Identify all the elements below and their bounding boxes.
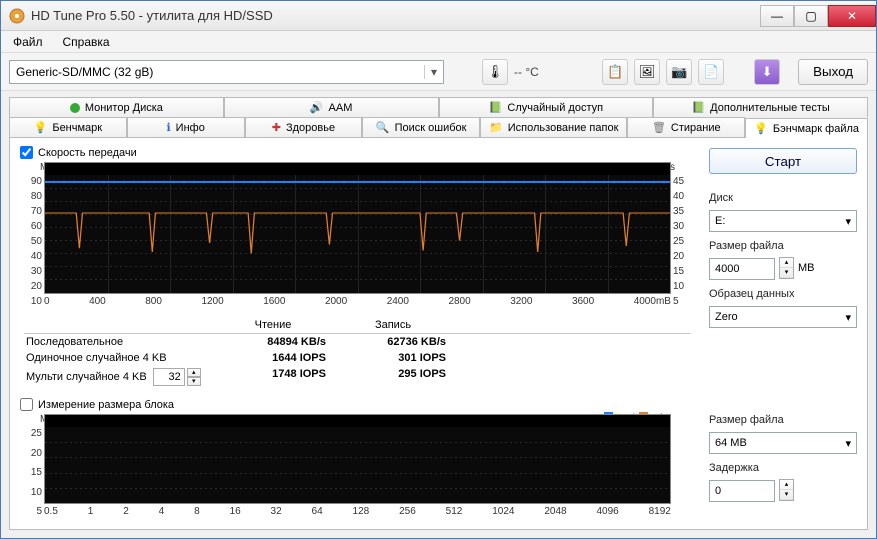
- results-header-write: Запись: [340, 319, 460, 331]
- window-title: HD Tune Pro 5.50 - утилита для HD/SSD: [31, 8, 760, 23]
- options-icon[interactable]: 📄: [698, 59, 724, 85]
- results-header-read: Чтение: [220, 319, 340, 331]
- chevron-down-icon: ▾: [845, 437, 851, 450]
- row-multi4k-write: 295 IOPS: [398, 368, 446, 380]
- temperature-value: -- °C: [514, 65, 539, 79]
- tab-extra-tests[interactable]: 📗Дополнительные тесты: [653, 97, 868, 117]
- pattern-select[interactable]: Zero▾: [709, 306, 857, 328]
- exit-button[interactable]: Выход: [798, 59, 868, 85]
- drive-select-value: Generic-SD/MMC (32 gB): [16, 65, 153, 79]
- row-sequential-write: 62736 KB/s: [387, 336, 446, 348]
- maximize-button[interactable]: ▢: [794, 5, 828, 27]
- disk-select[interactable]: E:▾: [709, 210, 857, 232]
- file-size2-label: Размер файла: [709, 414, 857, 426]
- copy-info-icon[interactable]: 📋: [602, 59, 628, 85]
- delay-spinner[interactable]: ▴▾: [779, 479, 794, 501]
- transfer-rate-label: Скорость передачи: [38, 147, 137, 159]
- chart2-y-left-axis: 252015105: [22, 428, 42, 517]
- chart1-y-left-axis: 908070605040302010: [22, 176, 42, 307]
- transfer-rate-checkbox[interactable]: [20, 146, 33, 159]
- temperature-icon[interactable]: 🌡: [482, 59, 508, 85]
- row-sequential-label: Последовательное: [20, 336, 220, 348]
- minimize-button[interactable]: —: [760, 5, 794, 27]
- menu-file[interactable]: Файл: [5, 33, 51, 51]
- menu-help[interactable]: Справка: [55, 33, 118, 51]
- tab-random-access[interactable]: 📗Случайный доступ: [439, 97, 654, 117]
- file-size-label: Размер файла: [709, 240, 857, 252]
- file-size-input[interactable]: 4000: [709, 258, 775, 280]
- file-size-unit: MB: [798, 262, 815, 274]
- file-size-spinner[interactable]: ▴▾: [779, 257, 794, 279]
- chevron-down-icon: ▾: [845, 215, 851, 228]
- tab-error-scan[interactable]: 🔍Поиск ошибок: [362, 117, 480, 137]
- multi4k-queue-input[interactable]: [153, 368, 185, 386]
- chart1-read-line: [45, 181, 670, 183]
- tab-file-benchmark[interactable]: 💡Бэнчмарк файла: [745, 118, 868, 138]
- tab-folder-usage[interactable]: 📁Использование папок: [480, 117, 627, 137]
- close-button[interactable]: ✕: [828, 5, 876, 27]
- chart1-y-right-axis: 45403530252015105: [673, 176, 693, 307]
- chevron-down-icon: ▾: [845, 311, 851, 324]
- chart2-x-axis: 0.512481632641282565121024204840968192: [44, 504, 671, 517]
- tab-disk-monitor[interactable]: Монитор Диска: [9, 97, 224, 117]
- titlebar: HD Tune Pro 5.50 - утилита для HD/SSD — …: [1, 1, 876, 31]
- row-single4k-label: Одиночное случайное 4 KB: [20, 352, 220, 364]
- tab-erase[interactable]: 🗑Стирание: [627, 117, 745, 137]
- delay-label: Задержка: [709, 462, 857, 474]
- row-multi4k-label: Мульти случайное 4 KB: [26, 371, 147, 383]
- block-size-chart: [44, 414, 671, 504]
- pattern-label: Образец данных: [709, 288, 857, 300]
- dropdown-arrow-icon: ▾: [424, 65, 437, 79]
- copy-screenshot-icon[interactable]: 🖼: [634, 59, 660, 85]
- start-button[interactable]: Старт: [709, 148, 857, 174]
- row-single4k-write: 301 IOPS: [398, 352, 446, 364]
- disk-label: Диск: [709, 192, 857, 204]
- row-multi4k-read: 1748 IOPS: [272, 368, 326, 380]
- tab-health[interactable]: ✚Здоровье: [245, 117, 363, 137]
- multi4k-queue-spinner[interactable]: ▴▾: [187, 368, 201, 386]
- save-screenshot-icon[interactable]: 📷: [666, 59, 692, 85]
- tab-aam[interactable]: 🔊AAM: [224, 97, 439, 117]
- block-size-label: Измерение размера блока: [38, 399, 174, 411]
- tab-benchmark[interactable]: 💡Бенчмарк: [9, 117, 127, 137]
- drive-select[interactable]: Generic-SD/MMC (32 gB) ▾: [9, 60, 444, 84]
- row-sequential-read: 84894 KB/s: [267, 336, 326, 348]
- chart1-x-axis: 040080012001600200024002800320036004000m…: [44, 294, 671, 307]
- chart1-write-line: [45, 207, 670, 267]
- block-size-checkbox[interactable]: [20, 398, 33, 411]
- app-icon: [9, 8, 25, 24]
- transfer-rate-chart: [44, 162, 671, 294]
- delay-input[interactable]: 0: [709, 480, 775, 502]
- tab-info[interactable]: ℹИнфо: [127, 117, 245, 137]
- file-size2-select[interactable]: 64 MB▾: [709, 432, 857, 454]
- results-table: Чтение Запись Последовательное 84894 KB/…: [20, 317, 695, 388]
- row-single4k-read: 1644 IOPS: [272, 352, 326, 364]
- minimize-tray-icon[interactable]: ⬇: [754, 59, 780, 85]
